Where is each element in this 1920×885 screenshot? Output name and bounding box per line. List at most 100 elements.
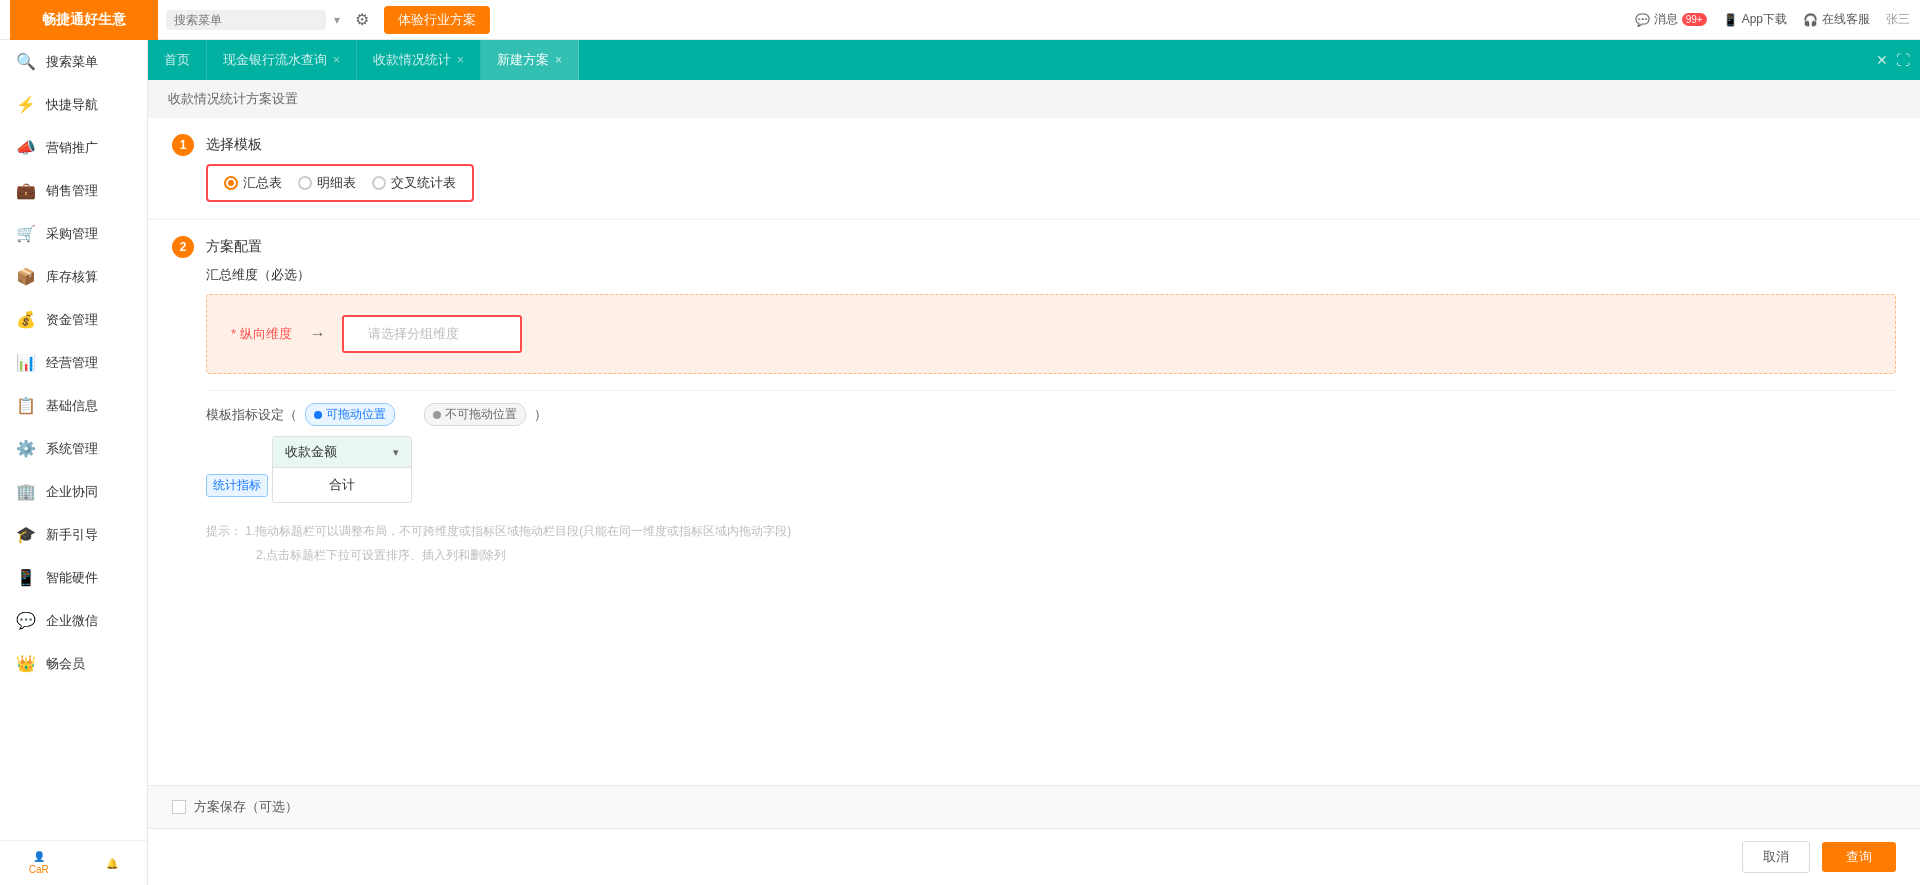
step2-row: 2 方案配置 — [172, 236, 1896, 258]
notification-button[interactable]: 💬 消息 99+ — [1635, 11, 1707, 28]
template-select-box: 汇总表 明细表 交叉统计表 — [206, 164, 474, 202]
chevron-down-icon[interactable]: ▾ — [334, 13, 340, 27]
download-icon: 📱 — [1723, 13, 1738, 27]
sidebar-bottom-btn1[interactable]: 👤 CaR — [29, 851, 49, 875]
page-header: 收款情况统计方案设置 — [148, 80, 1920, 118]
dimension-title: 汇总维度（必选） — [206, 266, 1896, 284]
save-label: 方案保存（可选） — [194, 798, 298, 816]
sidebar-item-label: 经营管理 — [46, 354, 98, 372]
bottom-icon2: 🔔 — [106, 858, 118, 869]
content-area: 收款情况统计方案设置 1 选择模板 汇总表 明细表 — [148, 80, 1920, 885]
tips-section: 提示： 1.拖动标题栏可以调整布局，不可跨维度或指标区域拖动栏目段(只能在同一维… — [206, 519, 1896, 567]
radio-summary[interactable]: 汇总表 — [224, 174, 282, 192]
system-icon: ⚙️ — [16, 439, 36, 458]
sidebar-item-label: 新手引导 — [46, 526, 98, 544]
tab-home[interactable]: 首页 — [148, 40, 207, 80]
sidebar-item-enterprise[interactable]: 🏢 企业协同 — [0, 470, 147, 513]
sidebar-item-search[interactable]: 🔍 搜索菜单 — [0, 40, 147, 83]
footer-bar: 取消 查询 — [148, 828, 1920, 885]
sidebar-item-label: 搜索菜单 — [46, 53, 98, 71]
tab-expand-btn[interactable]: ⛶ — [1896, 52, 1910, 68]
tab-newplan[interactable]: 新建方案 × — [481, 40, 579, 80]
arrow-right-icon: → — [310, 325, 326, 343]
guide-icon: 🎓 — [16, 525, 36, 544]
sidebar-item-guide[interactable]: 🎓 新手引导 — [0, 513, 147, 556]
query-button[interactable]: 查询 — [1822, 842, 1896, 872]
sidebar-item-label: 采购管理 — [46, 225, 98, 243]
sales-icon: 💼 — [16, 181, 36, 200]
toggle-dot2 — [433, 411, 441, 419]
username[interactable]: 张三 — [1886, 11, 1910, 28]
sidebar-item-system[interactable]: ⚙️ 系统管理 — [0, 427, 147, 470]
radio-summary-label: 汇总表 — [243, 174, 282, 192]
search-menu-input[interactable] — [166, 10, 326, 30]
tab-newplan-close[interactable]: × — [555, 53, 562, 67]
movable-badge: 可拖动位置 — [305, 403, 395, 426]
sidebar-item-inventory[interactable]: 📦 库存核算 — [0, 255, 147, 298]
sidebar-item-label: 畅会员 — [46, 655, 85, 673]
indicator-table-row: 合计 — [273, 468, 411, 502]
toggle-dot1 — [314, 411, 322, 419]
tab-close-btn[interactable]: ✕ — [1876, 52, 1888, 68]
close-paren: ） — [534, 406, 547, 424]
sidebar-item-label: 资金管理 — [46, 311, 98, 329]
app-download-button[interactable]: 📱 App下载 — [1723, 11, 1787, 28]
step1-section: 1 选择模板 汇总表 明细表 交叉统计表 — [148, 118, 1920, 218]
purchase-icon: 🛒 — [16, 224, 36, 243]
sidebar-item-finance[interactable]: 💰 资金管理 — [0, 298, 147, 341]
try-industry-button[interactable]: 体验行业方案 — [384, 6, 490, 34]
cancel-button[interactable]: 取消 — [1742, 841, 1810, 873]
tab-cashflow-close[interactable]: × — [333, 53, 340, 67]
radio-detail[interactable]: 明细表 — [298, 174, 356, 192]
wechat-icon: 💬 — [16, 611, 36, 630]
step2-label: 方案配置 — [206, 238, 262, 256]
top-bar: 畅捷通好生意 ▾ ⚙ 体验行业方案 💬 消息 99+ 📱 App下载 🎧 在线客… — [0, 0, 1920, 40]
indicator-section: 模板指标设定（ 可拖动位置 不可拖动位置 ） — [206, 390, 1896, 503]
radio-cross-circle — [372, 176, 386, 190]
radio-cross[interactable]: 交叉统计表 — [372, 174, 456, 192]
step1-number: 1 — [172, 134, 194, 156]
sidebar-item-label: 库存核算 — [46, 268, 98, 286]
sidebar-item-wechat[interactable]: 💬 企业微信 — [0, 599, 147, 642]
settings-button[interactable]: ⚙ — [348, 6, 376, 34]
col-header-label: 收款金额 — [285, 443, 337, 461]
step2-section: 2 方案配置 汇总维度（必选） * 纵向维度 → — [148, 220, 1920, 785]
indicator-table-header[interactable]: 收款金额 ▾ — [273, 437, 411, 468]
sidebar-item-basicinfo[interactable]: 📋 基础信息 — [0, 384, 147, 427]
col-header-dropdown-icon[interactable]: ▾ — [393, 446, 399, 459]
radio-detail-circle — [298, 176, 312, 190]
online-service-button[interactable]: 🎧 在线客服 — [1803, 11, 1870, 28]
sidebar-item-marketing[interactable]: 📣 营销推广 — [0, 126, 147, 169]
dimension-select-box[interactable]: 请选择分组维度 — [342, 315, 522, 353]
sidebar-item-purchase[interactable]: 🛒 采购管理 — [0, 212, 147, 255]
sidebar-bottom: 👤 CaR 🔔 — [0, 840, 147, 885]
management-icon: 📊 — [16, 353, 36, 372]
inventory-icon: 📦 — [16, 267, 36, 286]
sidebar-item-sales[interactable]: 💼 销售管理 — [0, 169, 147, 212]
tab-collection[interactable]: 收款情况统计 × — [357, 40, 481, 80]
tab-collection-close[interactable]: × — [457, 53, 464, 67]
divider1 — [206, 390, 1896, 391]
top-right-area: 💬 消息 99+ 📱 App下载 🎧 在线客服 张三 — [1635, 11, 1910, 28]
download-label: App下载 — [1742, 11, 1787, 28]
save-checkbox[interactable] — [172, 800, 186, 814]
indicator-header: 模板指标设定（ 可拖动位置 不可拖动位置 ） — [206, 403, 1896, 426]
page-title: 收款情况统计方案设置 — [168, 91, 298, 106]
sidebar-item-management[interactable]: 📊 经营管理 — [0, 341, 147, 384]
indicator-table: 收款金额 ▾ 合计 — [272, 436, 412, 503]
sidebar-item-member[interactable]: 👑 畅会员 — [0, 642, 147, 685]
search-icon: 🔍 — [16, 52, 36, 71]
sidebar-item-label: 企业协同 — [46, 483, 98, 501]
sidebar-item-label: 企业微信 — [46, 612, 98, 630]
tab-cashflow[interactable]: 现金银行流水查询 × — [207, 40, 357, 80]
stat-indicator-label: 统计指标 — [206, 474, 268, 497]
tab-home-label: 首页 — [164, 51, 190, 69]
tab-cashflow-label: 现金银行流水查询 — [223, 51, 327, 69]
sidebar-bottom-btn2[interactable]: 🔔 — [106, 858, 118, 869]
sidebar-item-quicknav[interactable]: ⚡ 快捷导航 — [0, 83, 147, 126]
tip-line2: 2.点击标题栏下拉可设置排序、插入列和删除列 — [256, 543, 1896, 567]
sidebar-item-hardware[interactable]: 📱 智能硬件 — [0, 556, 147, 599]
quicknav-icon: ⚡ — [16, 95, 36, 114]
notification-label: 消息 — [1654, 11, 1678, 28]
sidebar-item-label: 营销推广 — [46, 139, 98, 157]
